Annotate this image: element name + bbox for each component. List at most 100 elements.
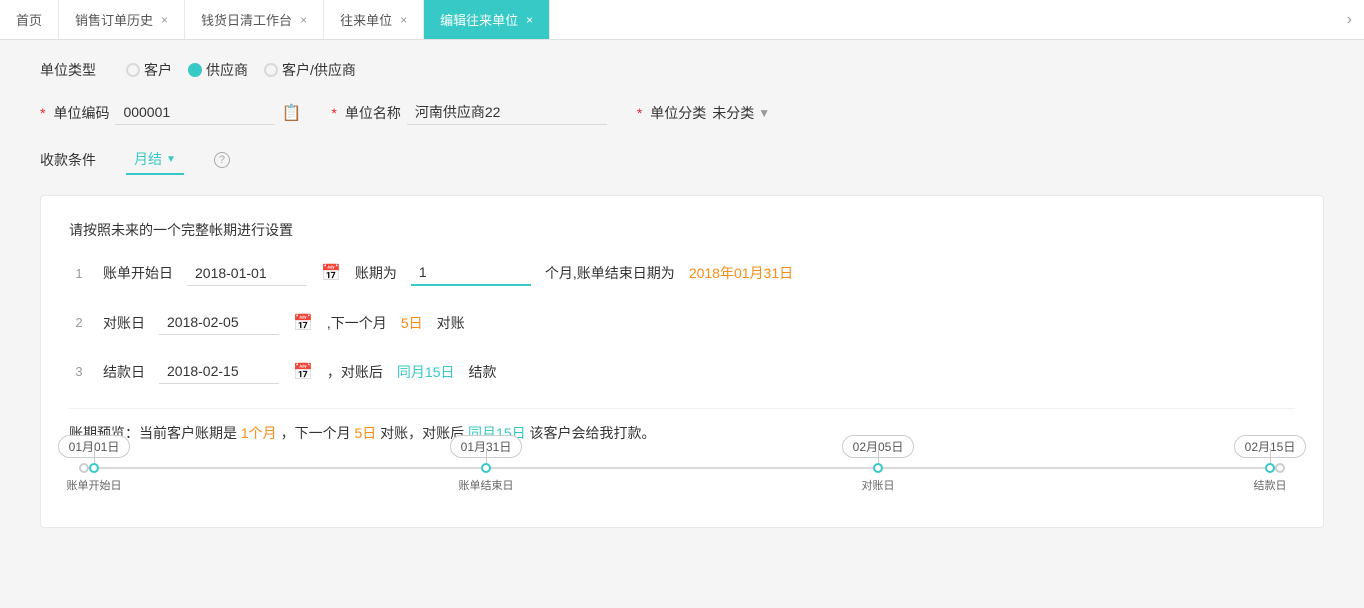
tab-edit-partner[interactable]: 编辑往来单位 × xyxy=(424,0,550,39)
unit-type-radio-group: 客户 供应商 客户/供应商 xyxy=(126,60,356,80)
reconcile-desc-before: ,下一个月 xyxy=(327,313,387,333)
required-name: * xyxy=(331,105,336,121)
calendar-icon-3[interactable]: 📅 xyxy=(293,362,313,382)
required-code: * xyxy=(40,105,45,121)
tl-label-4: 结款日 xyxy=(1254,477,1287,493)
help-icon[interactable]: ? xyxy=(214,152,230,168)
radio-supplier[interactable]: 供应商 xyxy=(188,60,248,80)
tl-point-3: 02月05日 对账日 xyxy=(873,463,883,473)
end-date-highlight: 2018年01月31日 xyxy=(689,263,793,283)
tab-home[interactable]: 首页 xyxy=(0,0,59,39)
card-title: 请按照未来的一个完整帐期进行设置 xyxy=(69,220,1295,240)
calendar-icon-1[interactable]: 📅 xyxy=(321,263,341,283)
unit-category-dropdown[interactable]: 未分类 ▼ xyxy=(712,103,770,123)
calendar-icon-2[interactable]: 📅 xyxy=(293,313,313,333)
close-partner-unit-icon[interactable]: × xyxy=(400,13,407,27)
row-label-2: 对账日 xyxy=(103,313,145,333)
unit-category-label: 单位分类 xyxy=(650,103,706,123)
payment-terms-chevron-icon: ▼ xyxy=(166,154,176,165)
close-sales-history-icon[interactable]: × xyxy=(161,13,168,27)
radio-customer-label: 客户 xyxy=(144,60,172,80)
unit-code-field: * 单位编码 📋 xyxy=(40,100,301,125)
timeline-section: 01月01日 账单开始日 01月31日 账单结束日 02月05日 xyxy=(69,443,1295,503)
radio-circle-both xyxy=(264,63,278,77)
tabs-more-icon[interactable]: › xyxy=(1335,11,1364,29)
main-content: 单位类型 客户 供应商 客户/供应商 * 单位编码 📋 * 单位名称 xyxy=(0,40,1364,608)
row-num-2: 2 xyxy=(69,315,89,330)
radio-both-label: 客户/供应商 xyxy=(282,60,356,80)
unit-category-field: * 单位分类 未分类 ▼ xyxy=(637,103,770,123)
tab-cashwork[interactable]: 钱货日清工作台 × xyxy=(185,0,324,39)
tl-stem-1 xyxy=(94,449,95,463)
reconcile-highlight: 5日 xyxy=(401,313,423,333)
payment-highlight: 同月15日 xyxy=(397,362,455,382)
radio-customer[interactable]: 客户 xyxy=(126,60,172,80)
unit-category-value: 未分类 xyxy=(712,103,754,123)
close-edit-partner-icon[interactable]: × xyxy=(526,13,533,27)
unit-name-input[interactable] xyxy=(407,100,607,125)
tabs-bar: 首页 销售订单历史 × 钱货日清工作台 × 往来单位 × 编辑往来单位 × › xyxy=(0,0,1364,40)
tl-node-4 xyxy=(1265,463,1275,473)
payment-desc-after: 结款 xyxy=(469,362,497,382)
preview-highlight2: 5日 xyxy=(354,425,376,441)
row-num-3: 3 xyxy=(69,364,89,379)
payment-date-input[interactable] xyxy=(159,359,279,384)
period-desc-prefix: 账期为 xyxy=(355,263,397,283)
payment-terms-label: 收款条件 xyxy=(40,150,96,170)
preview-highlight1: 1个月 xyxy=(241,425,277,441)
timeline-right-dot xyxy=(1275,463,1285,473)
tab-partner-unit[interactable]: 往来单位 × xyxy=(324,0,424,39)
reconcile-date-input[interactable] xyxy=(159,310,279,335)
tl-stem-3 xyxy=(878,449,879,463)
start-date-input[interactable] xyxy=(187,261,307,286)
radio-circle-supplier xyxy=(188,63,202,77)
period-row-3: 3 结款日 📅 ，对账后 同月15日 结款 xyxy=(69,359,1295,384)
tl-label-1: 账单开始日 xyxy=(67,477,122,493)
unit-type-row: 单位类型 客户 供应商 客户/供应商 xyxy=(40,60,1324,80)
required-cat: * xyxy=(637,105,642,121)
unit-code-label: 单位编码 xyxy=(53,103,109,123)
tl-label-2: 账单结束日 xyxy=(459,477,514,493)
preview-mid1: ，下一个月 xyxy=(281,425,351,441)
tl-node-3 xyxy=(873,463,883,473)
payment-terms-value: 月结 xyxy=(134,149,162,169)
timeline-line: 01月01日 账单开始日 01月31日 账单结束日 02月05日 xyxy=(89,467,1275,469)
radio-both[interactable]: 客户/供应商 xyxy=(264,60,356,80)
tl-node-2 xyxy=(481,463,491,473)
tl-point-4: 02月15日 结款日 xyxy=(1265,463,1275,473)
payment-desc-before: ，对账后 xyxy=(327,362,383,382)
tl-label-3: 对账日 xyxy=(862,477,895,493)
period-row-1: 1 账单开始日 📅 账期为 个月,账单结束日期为 2018年01月31日 xyxy=(69,260,1295,286)
period-row-2: 2 对账日 📅 ,下一个月 5日 对账 xyxy=(69,310,1295,335)
row-label-3: 结款日 xyxy=(103,362,145,382)
preview-suffix: 该客户会给我打款。 xyxy=(530,425,656,441)
unit-name-label: 单位名称 xyxy=(345,103,401,123)
radio-supplier-label: 供应商 xyxy=(206,60,248,80)
period-desc-suffix-pre: 个月,账单结束日期为 xyxy=(545,263,675,283)
unit-name-field: * 单位名称 xyxy=(331,100,606,125)
radio-circle-customer xyxy=(126,63,140,77)
row-num-1: 1 xyxy=(69,266,89,281)
row-label-1: 账单开始日 xyxy=(103,263,173,283)
close-cashwork-icon[interactable]: × xyxy=(300,13,307,27)
timeline-spacer xyxy=(79,473,1285,503)
timeline-row: 01月01日 账单开始日 01月31日 账单结束日 02月05日 xyxy=(79,463,1285,473)
tl-point-2: 01月31日 账单结束日 xyxy=(481,463,491,473)
month-input[interactable] xyxy=(411,260,531,286)
payment-terms-row: 收款条件 月结 ▼ ? xyxy=(40,145,1324,175)
reconcile-desc-after: 对账 xyxy=(437,313,465,333)
preview-section: 账期预览：当前客户账期是 1个月 ，下一个月 5日 对账，对账后 同月15日 该… xyxy=(69,408,1295,443)
unit-type-label: 单位类型 xyxy=(40,60,96,80)
timeline-left-dot xyxy=(79,463,89,473)
tl-point-1: 01月01日 账单开始日 xyxy=(89,463,99,473)
tl-node-1 xyxy=(89,463,99,473)
tab-sales-history[interactable]: 销售订单历史 × xyxy=(59,0,185,39)
tl-stem-4 xyxy=(1270,449,1271,463)
tl-stem-2 xyxy=(486,449,487,463)
payment-terms-dropdown[interactable]: 月结 ▼ xyxy=(126,145,184,175)
unit-code-input[interactable] xyxy=(115,100,275,125)
unit-info-row: * 单位编码 📋 * 单位名称 * 单位分类 未分类 ▼ xyxy=(40,100,1324,125)
unit-category-chevron-icon: ▼ xyxy=(758,106,770,120)
doc-icon[interactable]: 📋 xyxy=(281,103,301,123)
period-card: 请按照未来的一个完整帐期进行设置 1 账单开始日 📅 账期为 个月,账单结束日期… xyxy=(40,195,1324,528)
